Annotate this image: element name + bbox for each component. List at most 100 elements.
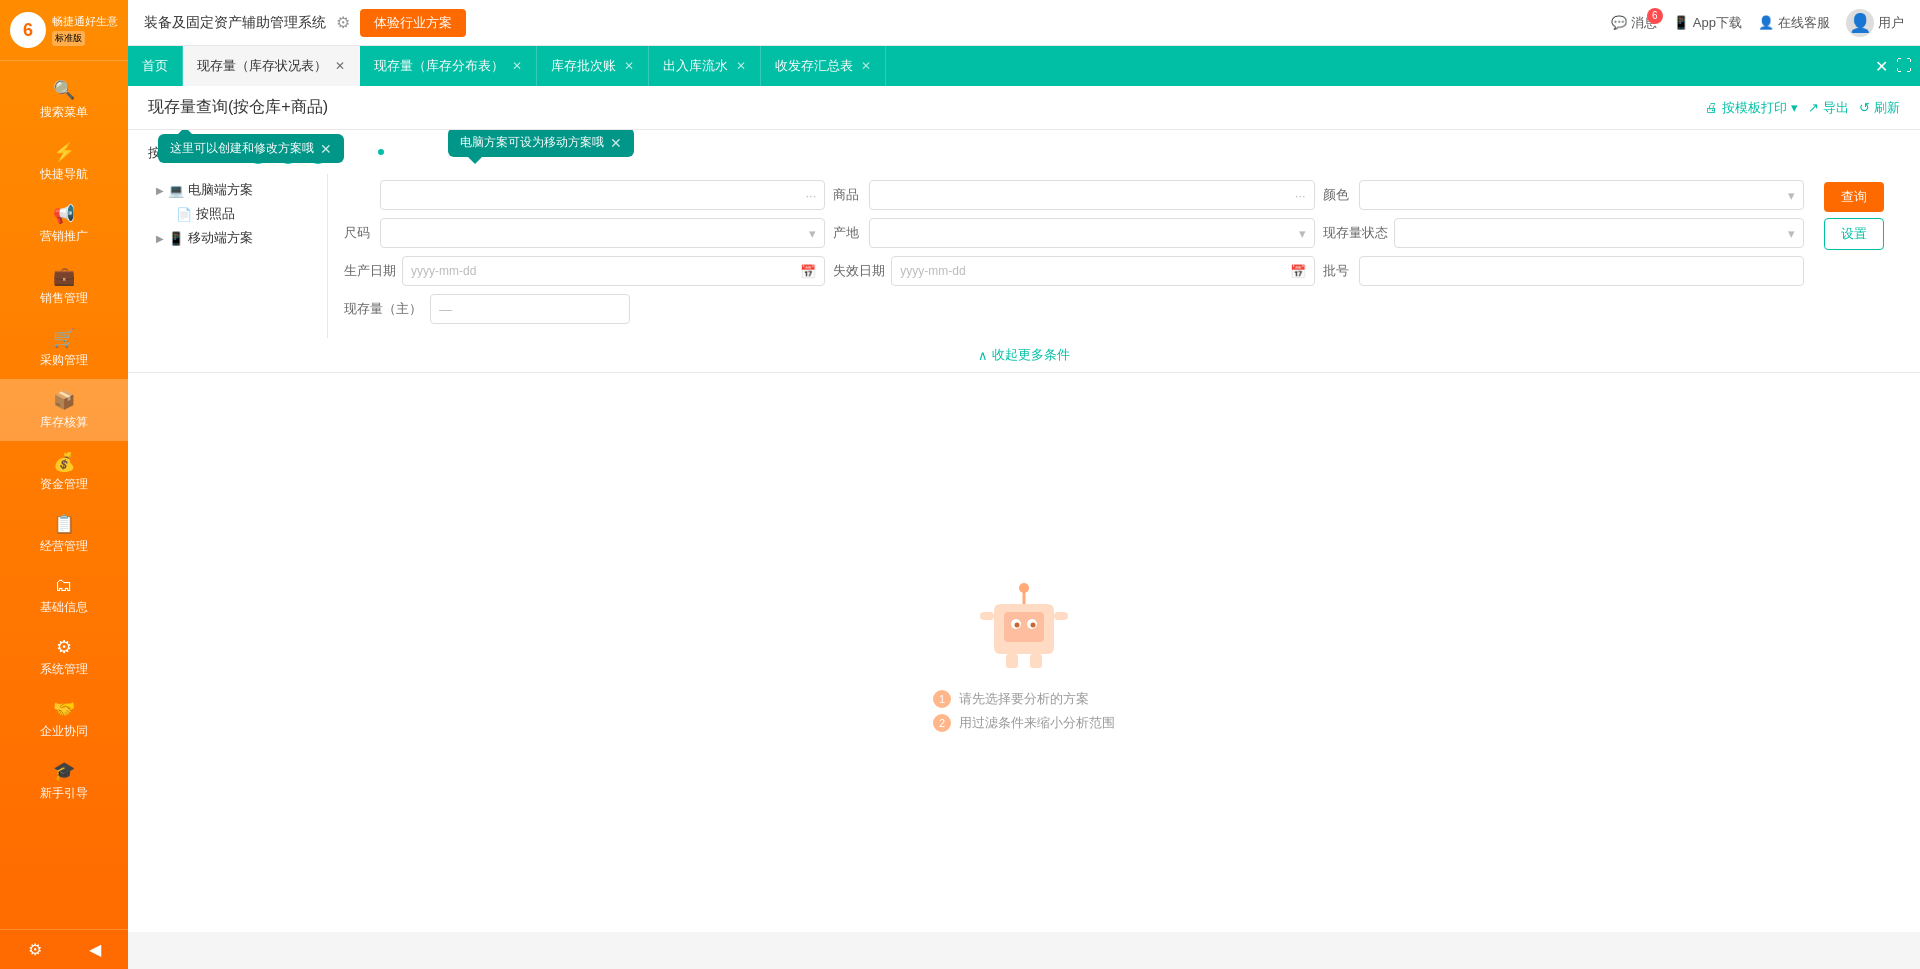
tab-home[interactable]: 首页 [128, 46, 183, 86]
sidebar-item-inventory[interactable]: 📦 库存核算 [0, 379, 128, 441]
tab-stock-status[interactable]: 现存量（库存状况表） ✕ [183, 46, 360, 86]
batch-input[interactable] [1359, 256, 1804, 286]
query-button[interactable]: 查询 [1824, 182, 1884, 212]
sidebar-item-purchase[interactable]: 🛒 采购管理 [0, 317, 128, 379]
tab-close-inout[interactable]: ✕ [736, 59, 746, 73]
printer-icon: 🖨 [1705, 100, 1718, 115]
export-icon: ↗ [1808, 100, 1819, 115]
origin-select[interactable]: ▾ [869, 218, 1314, 248]
sidebar-item-marketing[interactable]: 📢 营销推广 [0, 193, 128, 255]
tooltip-scheme: 电脑方案可设为移动方案哦 ✕ [448, 130, 634, 157]
scheme-tree-item-mobile[interactable]: ▶ 📱 移动端方案 [148, 226, 327, 250]
maximize-button[interactable]: ⛶ [1896, 57, 1912, 75]
tab-close-stock-dist[interactable]: ✕ [512, 59, 522, 73]
set-button[interactable]: 设置 [1824, 218, 1884, 250]
refresh-icon: ↺ [1859, 100, 1870, 115]
filter-panel: 按以下方案查询 + ↺ ← 电脑方案可设为移动方案哦 ✕ 这里可以创建和 [128, 130, 1920, 373]
tooltip-close-2[interactable]: ✕ [320, 141, 332, 157]
user-menu[interactable]: 👤 用户 [1846, 9, 1904, 37]
sidebar-item-finance[interactable]: 💰 资金管理 [0, 441, 128, 503]
user-name: 用户 [1878, 14, 1904, 32]
sidebar-item-guide[interactable]: 🎓 新手引导 [0, 750, 128, 812]
template-print-button[interactable]: 🖨 按模板打印 ▾ [1705, 99, 1798, 117]
scheme-tree-item-pc[interactable]: ▶ 💻 电脑端方案 [148, 178, 327, 202]
sidebar-item-nav[interactable]: ⚡ 快捷导航 [0, 131, 128, 193]
sidebar-item-basic[interactable]: 🗂 基础信息 [0, 565, 128, 626]
sidebar-item-management[interactable]: 📋 经营管理 [0, 503, 128, 565]
collapse-sidebar-button[interactable]: ◀ [89, 940, 101, 959]
logo-text: 畅捷通好生意 [52, 14, 118, 29]
sidebar-item-sales[interactable]: 💼 销售管理 [0, 255, 128, 317]
sidebar-item-cooperation[interactable]: 🤝 企业协同 [0, 688, 128, 750]
size-select[interactable]: ▾ [380, 218, 825, 248]
collapse-filter-button[interactable]: ∧ 收起更多条件 [148, 338, 1900, 372]
expiry-date-input[interactable]: yyyy-mm-dd 📅 [891, 256, 1314, 286]
settings-icon[interactable]: ⚙ [336, 13, 350, 32]
message-button[interactable]: 💬 消息 6 [1611, 14, 1657, 32]
calendar-icon-expiry: 📅 [1290, 264, 1306, 279]
app-download-label: App下载 [1693, 14, 1742, 32]
search-icon: 🔍 [53, 79, 75, 101]
expiry-date-placeholder: yyyy-mm-dd [900, 264, 1289, 278]
dropdown-arrow-color: ▾ [1788, 188, 1795, 203]
scheme-tree-item-by-goods[interactable]: 📄 按照品 [148, 202, 327, 226]
tab-close-batch[interactable]: ✕ [624, 59, 634, 73]
filter-origin-cell: 产地 ▾ [833, 218, 1314, 248]
filter-goods-cell: 商品 ··· [833, 180, 1314, 210]
filter-row-3: 生产日期 yyyy-mm-dd 📅 失效日期 yyyy-mm-dd 📅 [344, 256, 1804, 286]
experience-button[interactable]: 体验行业方案 [360, 9, 466, 37]
goods-select[interactable]: ··· [869, 180, 1314, 210]
guide-icon: 🎓 [53, 760, 75, 782]
settings-button[interactable]: ⚙ [28, 940, 42, 959]
service-label: 在线客服 [1778, 14, 1830, 32]
empty-state: 1 请先选择要分析的方案 2 用过滤条件来缩小分析范围 [128, 373, 1920, 932]
filter-expiry-date-cell: 失效日期 yyyy-mm-dd 📅 [833, 256, 1314, 286]
filter-row-4: 现存量（主） — [344, 294, 1804, 324]
tab-summary[interactable]: 收发存汇总表 ✕ [761, 46, 886, 86]
sidebar-nav: 🔍 搜索菜单 ⚡ 快捷导航 📢 营销推广 💼 销售管理 🛒 采购管理 📦 库存核… [0, 61, 128, 929]
page-header: 现存量查询(按仓库+商品) 🖨 按模板打印 ▾ ↗ 导出 ↺ 刷新 [128, 86, 1920, 130]
service-button[interactable]: 👤 在线客服 [1758, 14, 1830, 32]
tooltip-close-1[interactable]: ✕ [610, 135, 622, 151]
tab-close-stock-status[interactable]: ✕ [335, 59, 345, 73]
scheme-tree: ▶ 💻 电脑端方案 📄 按照品 ▶ 📱 移动端方案 [148, 174, 327, 254]
service-icon: 👤 [1758, 15, 1774, 30]
dropdown-arrow-size: ▾ [809, 226, 816, 241]
filter-header: 按以下方案查询 + ↺ ← 电脑方案可设为移动方案哦 ✕ [148, 142, 1900, 164]
scheme-icon-goods: 📄 [176, 207, 192, 222]
hint-number-1: 1 [933, 690, 951, 708]
warehouse-select[interactable]: ··· [380, 180, 825, 210]
tabs-actions: ✕ ⛶ [1875, 57, 1920, 76]
refresh-button[interactable]: ↺ 刷新 [1859, 99, 1900, 117]
expiry-date-label: 失效日期 [833, 262, 885, 280]
sidebar-item-system[interactable]: ⚙ 系统管理 [0, 626, 128, 688]
top-header: 装备及固定资产辅助管理系统 ⚙ 体验行业方案 💬 消息 6 📱 App下载 👤 … [128, 0, 1920, 46]
app-download-button[interactable]: 📱 App下载 [1673, 14, 1742, 32]
chevron-down-icon: ▶ [156, 185, 164, 196]
stock-main-range[interactable]: — [430, 294, 630, 324]
management-icon: 📋 [53, 513, 75, 535]
filter-prod-date-cell: 生产日期 yyyy-mm-dd 📅 [344, 256, 825, 286]
finance-icon: 💰 [53, 451, 75, 473]
svg-point-5 [1031, 622, 1036, 627]
page-title: 现存量查询(按仓库+商品) [148, 97, 328, 118]
filter-stock-status-cell: 现存量状态 ▾ [1323, 218, 1804, 248]
sidebar-item-search[interactable]: 🔍 搜索菜单 [0, 69, 128, 131]
prod-date-input[interactable]: yyyy-mm-dd 📅 [402, 256, 825, 286]
more-icon-warehouse: ··· [805, 188, 816, 203]
color-select[interactable]: ▾ [1359, 180, 1804, 210]
hint-item-2: 2 用过滤条件来缩小分析范围 [933, 714, 1115, 732]
tab-close-summary[interactable]: ✕ [861, 59, 871, 73]
scheme-tree-panel: 这里可以创建和修改方案哦 ✕ ▶ 💻 电脑端方案 📄 按照品 [148, 174, 328, 338]
color-label: 颜色 [1323, 186, 1353, 204]
tab-stock-dist[interactable]: 现存量（库存分布表） ✕ [360, 46, 537, 86]
goods-label: 商品 [833, 186, 863, 204]
tab-batch[interactable]: 库存批次账 ✕ [537, 46, 649, 86]
stock-status-select[interactable]: ▾ [1394, 218, 1804, 248]
close-all-tabs-button[interactable]: ✕ [1875, 57, 1888, 76]
svg-rect-10 [980, 612, 994, 620]
export-button[interactable]: ↗ 导出 [1808, 99, 1849, 117]
filter-color-cell: 颜色 ▾ [1323, 180, 1804, 210]
tab-inout[interactable]: 出入库流水 ✕ [649, 46, 761, 86]
avatar: 👤 [1846, 9, 1874, 37]
